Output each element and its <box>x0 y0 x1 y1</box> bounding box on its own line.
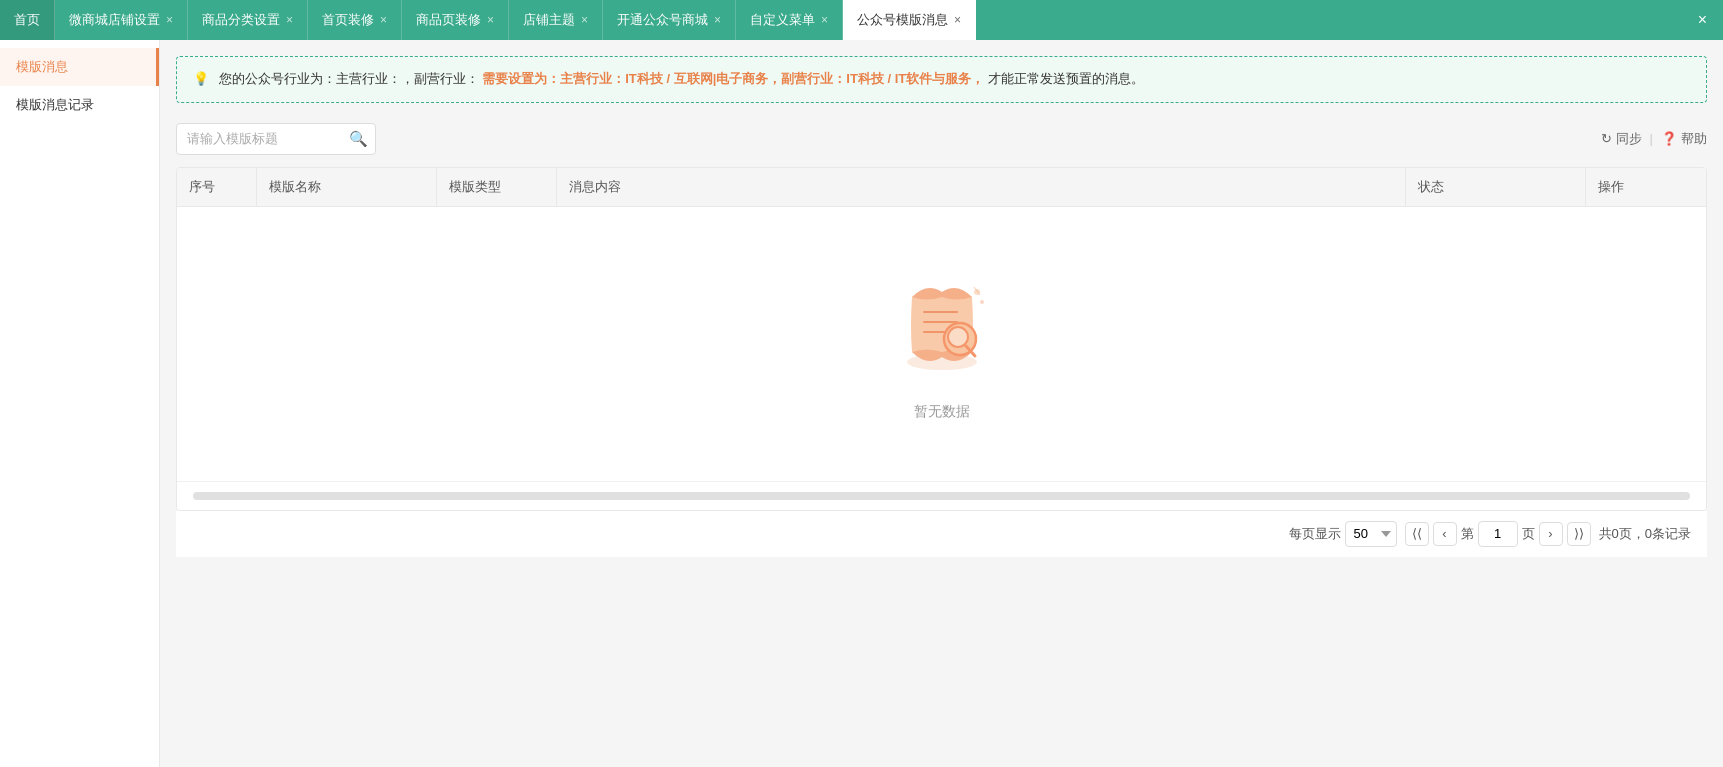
search-bar: 🔍 ↻ 同步 | ❓ 帮助 <box>176 123 1707 155</box>
page-nav: ⟨⟨ ‹ 第 页 › ⟩⟩ <box>1405 521 1591 547</box>
horizontal-scrollbar[interactable] <box>193 492 1690 500</box>
page-size-label: 每页显示 <box>1289 525 1341 543</box>
sync-icon: ↻ <box>1601 131 1612 146</box>
total-info: 共0页，0条记录 <box>1599 525 1691 543</box>
tab-shop-settings-close[interactable]: × <box>166 13 173 27</box>
tab-home-decorate-label: 首页装修 <box>322 11 374 29</box>
toolbar-right: ↻ 同步 | ❓ 帮助 <box>1601 130 1707 148</box>
help-icon: ❓ <box>1661 131 1677 146</box>
sync-button[interactable]: ↻ 同步 <box>1601 130 1642 148</box>
tab-template-msg-label: 公众号模版消息 <box>857 11 948 29</box>
tab-home-decorate[interactable]: 首页装修 × <box>308 0 402 40</box>
search-input-wrap: 🔍 <box>176 123 376 155</box>
tab-open-mall-label: 开通公众号商城 <box>617 11 708 29</box>
empty-illustration <box>882 267 1002 387</box>
tab-product-category-close[interactable]: × <box>286 13 293 27</box>
table-header: 序号 模版名称 模版类型 消息内容 状态 操作 <box>177 168 1706 207</box>
tab-shop-theme-label: 店铺主题 <box>523 11 575 29</box>
scrollbar-area <box>177 481 1706 510</box>
tab-bar: 首页 微商城店铺设置 × 商品分类设置 × 首页装修 × 商品页装修 × 店铺主… <box>0 0 1723 40</box>
th-type: 模版类型 <box>437 168 557 206</box>
notice-box: 💡 您的公众号行业为：主营行业：，副营行业： 需要设置为：主营行业：IT科技 /… <box>176 56 1707 103</box>
tab-home-decorate-close[interactable]: × <box>380 13 387 27</box>
tab-shop-settings-label: 微商城店铺设置 <box>69 11 160 29</box>
notice-text-highlight: 需要设置为：主营行业：IT科技 / 互联网|电子商务，副营行业：IT科技 / I… <box>482 71 984 86</box>
th-content: 消息内容 <box>557 168 1406 206</box>
tab-template-msg-close[interactable]: × <box>954 13 961 27</box>
th-index: 序号 <box>177 168 257 206</box>
data-table: 序号 模版名称 模版类型 消息内容 状态 操作 <box>176 167 1707 511</box>
tab-home[interactable]: 首页 <box>0 0 55 40</box>
sidebar: 模版消息 模版消息记录 <box>0 40 160 767</box>
page-size-dropdown[interactable]: 50 20 100 <box>1345 521 1397 547</box>
tab-custom-menu-close[interactable]: × <box>821 13 828 27</box>
search-input[interactable] <box>176 123 376 155</box>
sync-label: 同步 <box>1616 130 1642 148</box>
svg-point-8 <box>980 300 984 304</box>
empty-text: 暂无数据 <box>914 403 970 421</box>
page-number-input[interactable] <box>1478 521 1518 547</box>
tab-shop-settings[interactable]: 微商城店铺设置 × <box>55 0 188 40</box>
content-area: 💡 您的公众号行业为：主营行业：，副营行业： 需要设置为：主营行业：IT科技 /… <box>160 40 1723 767</box>
tab-template-msg[interactable]: 公众号模版消息 × <box>843 0 976 40</box>
sidebar-item-template-msg-log[interactable]: 模版消息记录 <box>0 86 159 124</box>
page-label-suffix: 页 <box>1522 525 1535 543</box>
tab-product-category[interactable]: 商品分类设置 × <box>188 0 308 40</box>
tab-product-category-label: 商品分类设置 <box>202 11 280 29</box>
page-size-select: 每页显示 50 20 100 <box>1289 521 1397 547</box>
tab-open-mall-close[interactable]: × <box>714 13 721 27</box>
global-close-button[interactable]: × <box>1682 0 1723 40</box>
notice-text-suffix: 才能正常发送预置的消息。 <box>988 71 1144 86</box>
empty-state: 暂无数据 <box>177 207 1706 481</box>
page-label-prefix: 第 <box>1461 525 1474 543</box>
search-icon: 🔍 <box>349 130 368 147</box>
notice-text-prefix: 您的公众号行业为：主营行业：，副营行业： <box>219 71 479 86</box>
search-button[interactable]: 🔍 <box>349 130 368 148</box>
page-prev-button[interactable]: ‹ <box>1433 522 1457 546</box>
tab-product-decorate-label: 商品页装修 <box>416 11 481 29</box>
tab-product-decorate[interactable]: 商品页装修 × <box>402 0 509 40</box>
tab-open-mall[interactable]: 开通公众号商城 × <box>603 0 736 40</box>
th-name: 模版名称 <box>257 168 437 206</box>
page-next-button[interactable]: › <box>1539 522 1563 546</box>
pagination: 每页显示 50 20 100 ⟨⟨ ‹ 第 页 › ⟩⟩ 共0页，0条记录 <box>176 511 1707 557</box>
th-action: 操作 <box>1586 168 1706 206</box>
svg-point-5 <box>948 327 968 347</box>
page-last-button[interactable]: ⟩⟩ <box>1567 522 1591 546</box>
tab-home-label: 首页 <box>14 11 40 29</box>
tab-custom-menu[interactable]: 自定义菜单 × <box>736 0 843 40</box>
tab-custom-menu-label: 自定义菜单 <box>750 11 815 29</box>
help-button[interactable]: ❓ 帮助 <box>1661 130 1707 148</box>
sidebar-item-template-msg-log-label: 模版消息记录 <box>16 97 94 112</box>
help-label: 帮助 <box>1681 130 1707 148</box>
sidebar-item-template-msg-label: 模版消息 <box>16 59 68 74</box>
tab-shop-theme[interactable]: 店铺主题 × <box>509 0 603 40</box>
main-layout: 模版消息 模版消息记录 💡 您的公众号行业为：主营行业：，副营行业： 需要设置为… <box>0 40 1723 767</box>
toolbar-divider: | <box>1650 131 1653 146</box>
th-status: 状态 <box>1406 168 1586 206</box>
notice-icon: 💡 <box>193 71 209 86</box>
tab-product-decorate-close[interactable]: × <box>487 13 494 27</box>
tab-shop-theme-close[interactable]: × <box>581 13 588 27</box>
sidebar-item-template-msg[interactable]: 模版消息 <box>0 48 159 86</box>
page-first-button[interactable]: ⟨⟨ <box>1405 522 1429 546</box>
